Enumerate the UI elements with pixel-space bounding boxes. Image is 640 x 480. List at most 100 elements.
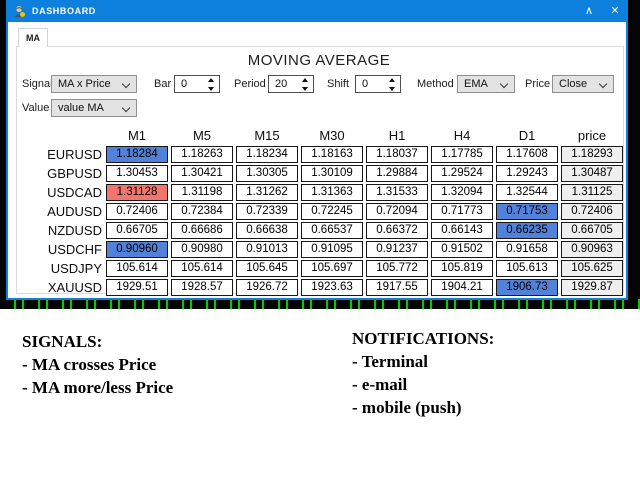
value-cell-xauusd-M15[interactable]: 1926.72: [236, 279, 298, 296]
spin-up-icon[interactable]: [389, 78, 395, 82]
tab-ma[interactable]: MA: [18, 28, 48, 47]
panel-heading: MOVING AVERAGE: [8, 52, 630, 69]
value-cell-eurusd-D1[interactable]: 1.17608: [496, 146, 558, 163]
spin-up-icon[interactable]: [302, 78, 308, 82]
value-cell-usdjpy-H1[interactable]: 105.772: [366, 260, 428, 277]
value-cell-audusd-H4[interactable]: 0.71773: [431, 203, 493, 220]
window-title: DASHBOARD: [32, 6, 576, 16]
column-header-M15: M15: [236, 128, 298, 143]
value-cell-xauusd-price[interactable]: 1929.87: [561, 279, 623, 296]
close-button[interactable]: ✕: [602, 0, 628, 22]
value-cell-audusd-D1[interactable]: 0.71753: [496, 203, 558, 220]
value-cell-usdcad-M15[interactable]: 1.31262: [236, 184, 298, 201]
value-cell-gbpusd-M5[interactable]: 1.30421: [171, 165, 233, 182]
value-cell-usdchf-M5[interactable]: 0.90980: [171, 241, 233, 258]
shift-stepper[interactable]: 0: [355, 75, 401, 93]
value-cell-usdcad-H4[interactable]: 1.32094: [431, 184, 493, 201]
value-cell-gbpusd-M15[interactable]: 1.30305: [236, 165, 298, 182]
value-cell-xauusd-M30[interactable]: 1923.63: [301, 279, 363, 296]
value-cell-eurusd-H1[interactable]: 1.18037: [366, 146, 428, 163]
column-header-H1: H1: [366, 128, 428, 143]
value-cell-eurusd-H4[interactable]: 1.17785: [431, 146, 493, 163]
value-cell-usdjpy-M1[interactable]: 105.614: [106, 260, 168, 277]
value-cell-audusd-price[interactable]: 0.72406: [561, 203, 623, 220]
value-cell-usdchf-M15[interactable]: 0.91013: [236, 241, 298, 258]
value-cell-usdcad-price[interactable]: 1.31125: [561, 184, 623, 201]
bar-stepper[interactable]: 0: [174, 75, 220, 93]
signal-select-value: MA x Price: [58, 78, 111, 90]
value-cell-usdchf-price[interactable]: 0.90963: [561, 241, 623, 258]
value-cell-usdjpy-D1[interactable]: 105.613: [496, 260, 558, 277]
value-cell-gbpusd-price[interactable]: 1.30487: [561, 165, 623, 182]
symbol-label-usdcad: USDCAD: [26, 184, 102, 201]
value-cell-audusd-H1[interactable]: 0.72094: [366, 203, 428, 220]
value-cell-xauusd-H4[interactable]: 1904.21: [431, 279, 493, 296]
value-cell-usdchf-H4[interactable]: 0.91502: [431, 241, 493, 258]
value-cell-usdjpy-M30[interactable]: 105.697: [301, 260, 363, 277]
value-cell-nzdusd-M1[interactable]: 0.66705: [106, 222, 168, 239]
chevron-down-icon: [123, 105, 130, 112]
value-cell-gbpusd-M1[interactable]: 1.30453: [106, 165, 168, 182]
value-cell-audusd-M30[interactable]: 0.72245: [301, 203, 363, 220]
value-select[interactable]: value MA: [51, 99, 137, 117]
period-stepper[interactable]: 20: [268, 75, 314, 93]
value-cell-usdjpy-M15[interactable]: 105.645: [236, 260, 298, 277]
bar-stepper-value: 0: [181, 78, 187, 90]
value-cell-usdcad-D1[interactable]: 1.32544: [496, 184, 558, 201]
spin-down-icon[interactable]: [302, 87, 308, 91]
value-cell-usdchf-H1[interactable]: 0.91237: [366, 241, 428, 258]
value-cell-gbpusd-D1[interactable]: 1.29243: [496, 165, 558, 182]
value-cell-eurusd-M5[interactable]: 1.18263: [171, 146, 233, 163]
method-select[interactable]: EMA: [457, 75, 515, 93]
value-cell-gbpusd-H4[interactable]: 1.29524: [431, 165, 493, 182]
value-cell-xauusd-H1[interactable]: 1917.55: [366, 279, 428, 296]
value-cell-eurusd-M15[interactable]: 1.18234: [236, 146, 298, 163]
value-cell-eurusd-price[interactable]: 1.18293: [561, 146, 623, 163]
value-cell-gbpusd-M30[interactable]: 1.30109: [301, 165, 363, 182]
price-select[interactable]: Close: [552, 75, 614, 93]
notifications-item: - e-mail: [352, 373, 494, 396]
signal-select[interactable]: MA x Price: [51, 75, 137, 93]
titlebar[interactable]: DASHBOARD ∧ ✕: [6, 0, 628, 22]
value-cell-usdjpy-price[interactable]: 105.625: [561, 260, 623, 277]
value-cell-xauusd-D1[interactable]: 1906.73: [496, 279, 558, 296]
symbol-label-xauusd: XAUUSD: [26, 279, 102, 296]
value-cell-usdchf-D1[interactable]: 0.91658: [496, 241, 558, 258]
value-cell-audusd-M1[interactable]: 0.72406: [106, 203, 168, 220]
value-cell-audusd-M5[interactable]: 0.72384: [171, 203, 233, 220]
value-cell-eurusd-M30[interactable]: 1.18163: [301, 146, 363, 163]
value-cell-usdchf-M30[interactable]: 0.91095: [301, 241, 363, 258]
symbol-label-usdchf: USDCHF: [26, 241, 102, 258]
value-cell-nzdusd-M15[interactable]: 0.66638: [236, 222, 298, 239]
value-cell-usdcad-H1[interactable]: 1.31533: [366, 184, 428, 201]
notifications-note: NOTIFICATIONS: - Terminal - e-mail - mob…: [352, 327, 494, 419]
value-cell-usdjpy-H4[interactable]: 105.819: [431, 260, 493, 277]
value-cell-nzdusd-M5[interactable]: 0.66686: [171, 222, 233, 239]
value-cell-nzdusd-H4[interactable]: 0.66143: [431, 222, 493, 239]
value-cell-nzdusd-price[interactable]: 0.66705: [561, 222, 623, 239]
value-cell-usdcad-M1[interactable]: 1.31128: [106, 184, 168, 201]
price-select-value: Close: [559, 78, 587, 90]
value-cell-nzdusd-D1[interactable]: 0.66235: [496, 222, 558, 239]
minimize-button[interactable]: ∧: [576, 0, 602, 22]
value-cell-usdchf-M1[interactable]: 0.90960: [106, 241, 168, 258]
column-header-M30: M30: [301, 128, 363, 143]
spin-down-icon[interactable]: [208, 87, 214, 91]
value-cell-xauusd-M1[interactable]: 1929.51: [106, 279, 168, 296]
table-row: GBPUSD1.304531.304211.303051.301091.2988…: [26, 165, 626, 182]
shift-stepper-value: 0: [362, 78, 368, 90]
value-cell-usdjpy-M5[interactable]: 105.614: [171, 260, 233, 277]
value-cell-usdcad-M5[interactable]: 1.31198: [171, 184, 233, 201]
value-cell-nzdusd-H1[interactable]: 0.66372: [366, 222, 428, 239]
value-cell-eurusd-M1[interactable]: 1.18284: [106, 146, 168, 163]
spin-up-icon[interactable]: [208, 78, 214, 82]
value-cell-xauusd-M5[interactable]: 1928.57: [171, 279, 233, 296]
column-header-price: price: [561, 128, 623, 143]
chart-axis-band: [0, 299, 640, 309]
value-cell-gbpusd-H1[interactable]: 1.29884: [366, 165, 428, 182]
value-cell-audusd-M15[interactable]: 0.72339: [236, 203, 298, 220]
value-cell-usdcad-M30[interactable]: 1.31363: [301, 184, 363, 201]
column-header-H4: H4: [431, 128, 493, 143]
value-cell-nzdusd-M30[interactable]: 0.66537: [301, 222, 363, 239]
spin-down-icon[interactable]: [389, 87, 395, 91]
